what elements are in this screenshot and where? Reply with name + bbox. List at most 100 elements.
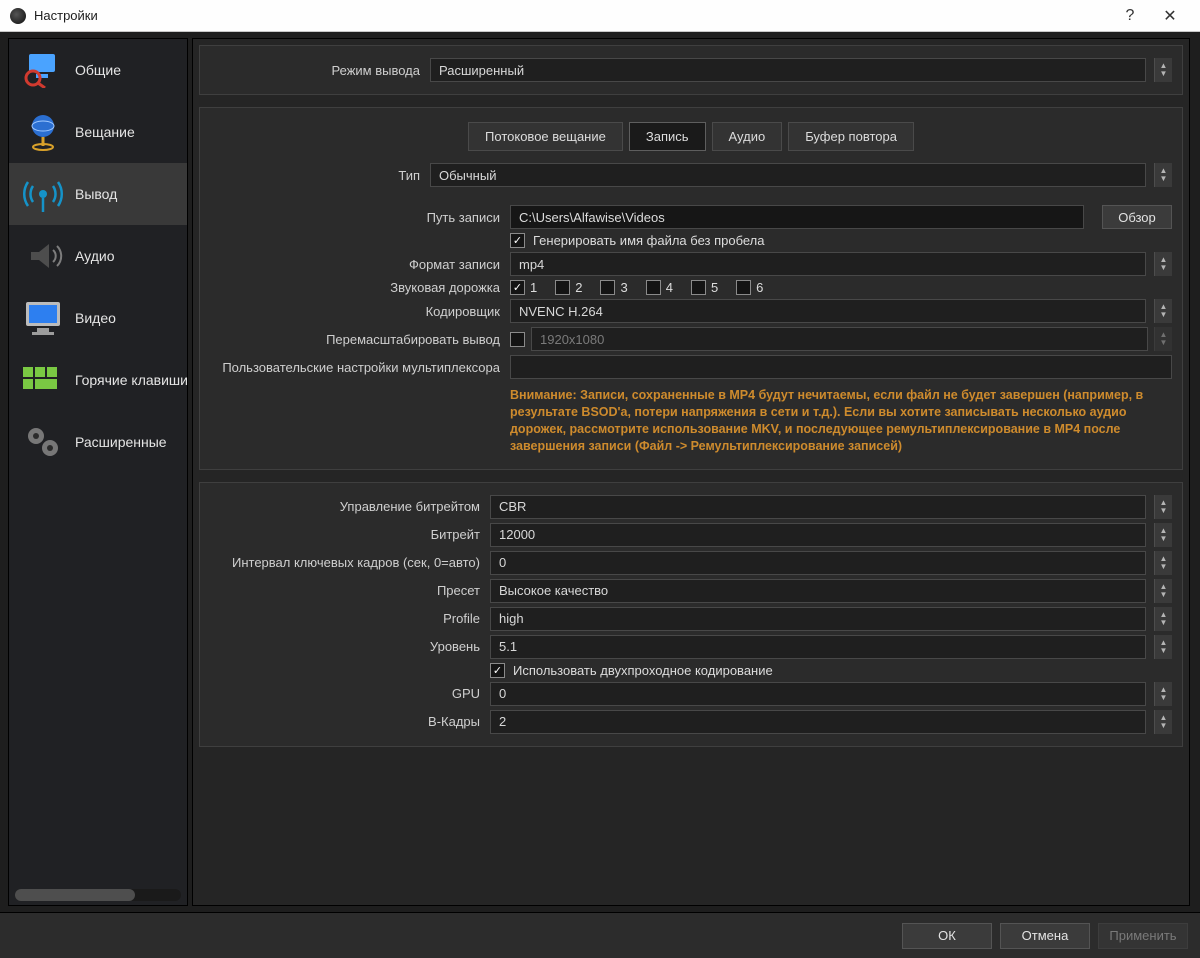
track-6-label: 6 — [756, 280, 763, 295]
recording-type-value: Обычный — [439, 168, 496, 183]
bitrate-value: 12000 — [499, 527, 535, 542]
rate-control-value: CBR — [499, 499, 526, 514]
track-5-checkbox[interactable] — [691, 280, 706, 295]
rescale-output-spinner — [1154, 327, 1172, 351]
settings-sidebar: Общие Вещание Вывод Аудио Видео — [8, 38, 188, 906]
muxer-settings-label: Пользовательские настройки мультиплексор… — [210, 360, 510, 375]
rescale-output-select: 1920x1080 — [531, 327, 1148, 351]
sidebar-item-label: Вывод — [75, 186, 117, 202]
two-pass-label: Использовать двухпроходное кодирование — [513, 663, 773, 678]
mp4-warning-text: Внимание: Записи, сохраненные в MP4 буду… — [510, 383, 1172, 457]
level-select[interactable]: 5.1 — [490, 635, 1146, 659]
sidebar-item-label: Вещание — [75, 124, 135, 140]
sidebar-item-hotkeys[interactable]: Горячие клавиши — [9, 349, 187, 411]
title-bar: Настройки ? ✕ — [0, 0, 1200, 32]
browse-button[interactable]: Обзор — [1102, 205, 1172, 229]
cancel-button[interactable]: Отмена — [1000, 923, 1090, 949]
output-mode-select[interactable]: Расширенный — [430, 58, 1146, 82]
globe-antenna-icon — [19, 108, 67, 156]
track-6-checkbox[interactable] — [736, 280, 751, 295]
bframes-input[interactable]: 2 — [490, 710, 1146, 734]
muxer-settings-input[interactable] — [510, 355, 1172, 379]
track-2-label: 2 — [575, 280, 582, 295]
bframes-spinner[interactable] — [1154, 710, 1172, 734]
encoder-panel: Управление битрейтом CBR Битрейт 12000 И… — [199, 482, 1183, 747]
bitrate-input[interactable]: 12000 — [490, 523, 1146, 547]
profile-select[interactable]: high — [490, 607, 1146, 631]
level-value: 5.1 — [499, 639, 517, 654]
preset-spinner[interactable] — [1154, 579, 1172, 603]
sidebar-item-label: Общие — [75, 62, 121, 78]
bitrate-spinner[interactable] — [1154, 523, 1172, 547]
window-title: Настройки — [34, 8, 98, 23]
recording-format-value: mp4 — [519, 257, 544, 272]
gpu-value: 0 — [499, 686, 506, 701]
app-icon — [10, 8, 26, 24]
sidebar-scrollbar-thumb[interactable] — [15, 889, 135, 901]
ok-button[interactable]: ОК — [902, 923, 992, 949]
profile-spinner[interactable] — [1154, 607, 1172, 631]
generate-no-space-label: Генерировать имя файла без пробела — [533, 233, 765, 248]
sidebar-item-video[interactable]: Видео — [9, 287, 187, 349]
sidebar-item-label: Видео — [75, 310, 116, 326]
recording-format-spinner[interactable] — [1154, 252, 1172, 276]
sidebar-item-advanced[interactable]: Расширенные — [9, 411, 187, 473]
track-4-checkbox[interactable] — [646, 280, 661, 295]
recording-format-select[interactable]: mp4 — [510, 252, 1146, 276]
gears-icon — [19, 418, 67, 466]
output-mode-spinner[interactable] — [1154, 58, 1172, 82]
gpu-spinner[interactable] — [1154, 682, 1172, 706]
sidebar-item-general[interactable]: Общие — [9, 39, 187, 101]
encoder-label: Кодировщик — [210, 304, 510, 319]
recording-path-input[interactable]: C:\Users\Alfawise\Videos — [510, 205, 1084, 229]
sidebar-item-stream[interactable]: Вещание — [9, 101, 187, 163]
encoder-value: NVENC H.264 — [519, 304, 603, 319]
track-1-checkbox[interactable] — [510, 280, 525, 295]
bframes-label: B-Кадры — [210, 714, 490, 729]
sidebar-scrollbar[interactable] — [15, 889, 181, 901]
dialog-bottom-bar: ОК Отмена Применить — [0, 912, 1200, 958]
track-2-checkbox[interactable] — [555, 280, 570, 295]
keyframe-interval-input[interactable]: 0 — [490, 551, 1146, 575]
recording-type-select[interactable]: Обычный — [430, 163, 1146, 187]
rescale-output-checkbox[interactable] — [510, 332, 525, 347]
audio-tracks: 1 2 3 4 5 6 — [510, 280, 763, 295]
preset-label: Пресет — [210, 583, 490, 598]
rate-control-label: Управление битрейтом — [210, 499, 490, 514]
sidebar-item-output[interactable]: Вывод — [9, 163, 187, 225]
rescale-output-value: 1920x1080 — [540, 332, 604, 347]
monitor-magnifier-icon — [19, 46, 67, 94]
keyframe-interval-spinner[interactable] — [1154, 551, 1172, 575]
rate-control-spinner[interactable] — [1154, 495, 1172, 519]
level-spinner[interactable] — [1154, 635, 1172, 659]
generate-no-space-checkbox[interactable] — [510, 233, 525, 248]
rescale-output-label: Перемасштабировать вывод — [210, 332, 510, 347]
keyboard-icon — [19, 356, 67, 404]
recording-path-value: C:\Users\Alfawise\Videos — [519, 210, 665, 225]
preset-select[interactable]: Высокое качество — [490, 579, 1146, 603]
two-pass-checkbox[interactable] — [490, 663, 505, 678]
sidebar-item-audio[interactable]: Аудио — [9, 225, 187, 287]
tab-recording[interactable]: Запись — [629, 122, 706, 151]
track-3-checkbox[interactable] — [600, 280, 615, 295]
output-tabs: Потоковое вещание Запись Аудио Буфер пов… — [210, 116, 1172, 159]
encoder-spinner[interactable] — [1154, 299, 1172, 323]
help-button[interactable]: ? — [1110, 0, 1150, 32]
monitor-icon — [19, 294, 67, 342]
level-label: Уровень — [210, 639, 490, 654]
gpu-label: GPU — [210, 686, 490, 701]
sidebar-item-label: Расширенные — [75, 434, 167, 450]
gpu-input[interactable]: 0 — [490, 682, 1146, 706]
rate-control-select[interactable]: CBR — [490, 495, 1146, 519]
close-button[interactable]: ✕ — [1150, 0, 1190, 32]
settings-main: Режим вывода Расширенный Потоковое вещан… — [192, 38, 1190, 906]
tab-audio[interactable]: Аудио — [712, 122, 783, 151]
encoder-select[interactable]: NVENC H.264 — [510, 299, 1146, 323]
recording-type-label: Тип — [210, 168, 430, 183]
recording-format-label: Формат записи — [210, 257, 510, 272]
tab-streaming[interactable]: Потоковое вещание — [468, 122, 623, 151]
tab-replay-buffer[interactable]: Буфер повтора — [788, 122, 914, 151]
keyframe-interval-value: 0 — [499, 555, 506, 570]
profile-value: high — [499, 611, 524, 626]
recording-type-spinner[interactable] — [1154, 163, 1172, 187]
